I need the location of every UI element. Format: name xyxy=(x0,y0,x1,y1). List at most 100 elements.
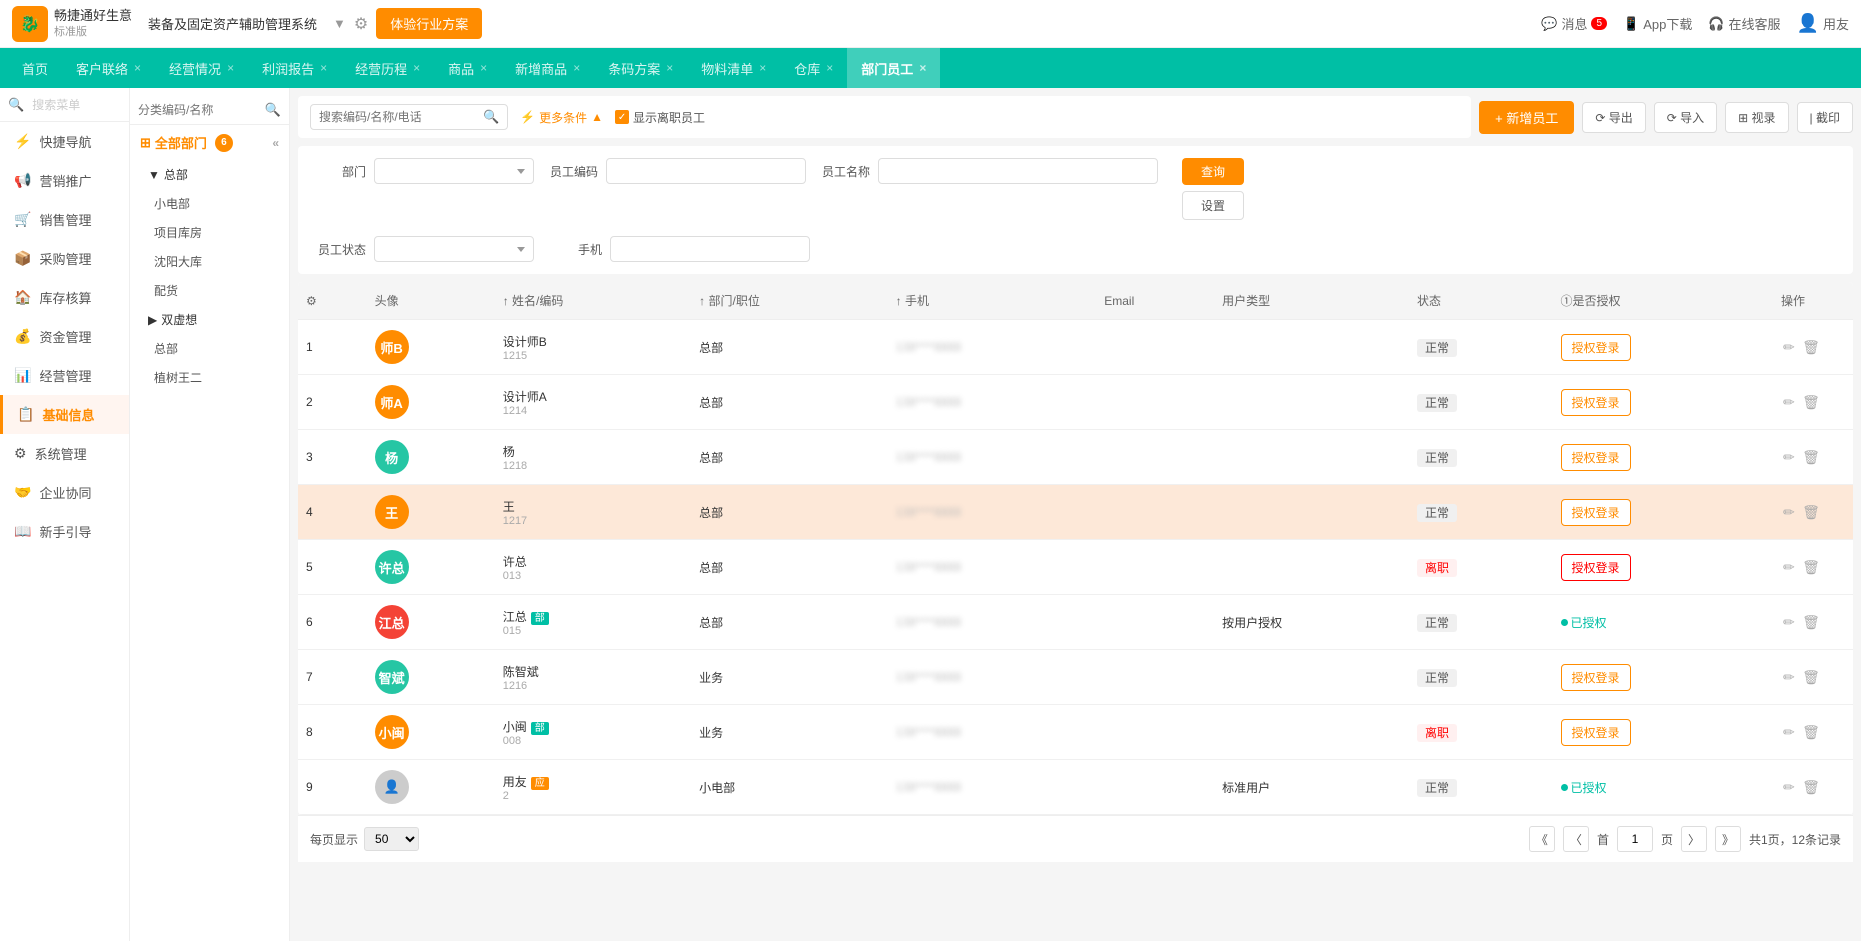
delete-button[interactable]: 🗑 xyxy=(1802,669,1820,685)
tab-history[interactable]: 经营历程 × xyxy=(341,48,434,88)
sidebar-item-marketing[interactable]: 📢营销推广 xyxy=(0,161,129,200)
delete-button[interactable]: 🗑 xyxy=(1802,339,1820,355)
edit-button[interactable]: ✏ xyxy=(1783,779,1795,795)
page-number-input[interactable] xyxy=(1617,826,1653,852)
import-button[interactable]: ⟳ 导入 xyxy=(1654,102,1717,133)
show-resigned-toggle[interactable]: ✓ 显示离职员工 xyxy=(615,109,705,126)
delete-button[interactable]: 🗑 xyxy=(1802,394,1820,410)
add-employee-button[interactable]: + 新增员工 xyxy=(1479,101,1574,134)
tab-profit[interactable]: 利润报告 × xyxy=(248,48,341,88)
edit-button[interactable]: ✏ xyxy=(1783,394,1795,410)
message-action[interactable]: 💬 消息 5 xyxy=(1541,14,1607,33)
sidebar-item-sales[interactable]: 🛒销售管理 xyxy=(0,200,129,239)
sidebar-item-basic[interactable]: 📋基础信息 xyxy=(0,395,129,434)
app-download-action[interactable]: 📱 App下载 xyxy=(1623,14,1692,33)
empname-filter-input[interactable] xyxy=(878,158,1158,184)
dept-search-input[interactable] xyxy=(138,103,265,117)
all-dept-header[interactable]: ⊞ 全部部门 6 « xyxy=(130,125,289,160)
dept-filter-select[interactable] xyxy=(374,158,534,184)
edit-button[interactable]: ✏ xyxy=(1783,339,1795,355)
edit-button[interactable]: ✏ xyxy=(1783,449,1795,465)
dept-double-header[interactable]: ▶ 双虚想 xyxy=(138,305,289,334)
sidebar-item-collab[interactable]: 🤝企业协同 xyxy=(0,473,129,512)
dropdown-arrow-icon[interactable]: ▼ xyxy=(333,16,346,31)
delete-button[interactable]: 🗑 xyxy=(1802,779,1820,795)
sidebar-item-purchase[interactable]: 📦采购管理 xyxy=(0,239,129,278)
auth-button[interactable]: 授权登录 xyxy=(1561,719,1631,746)
close-icon[interactable]: × xyxy=(480,61,487,75)
search-input[interactable] xyxy=(319,110,479,124)
close-icon[interactable]: × xyxy=(919,61,926,75)
sidebar-item-system[interactable]: ⚙系统管理 xyxy=(0,434,129,473)
tab-operation[interactable]: 经营情况 × xyxy=(155,48,248,88)
dept-item-tree-king[interactable]: 植树王二 xyxy=(138,363,289,392)
close-icon[interactable]: × xyxy=(759,61,766,75)
sidebar-item-management[interactable]: 📊经营管理 xyxy=(0,356,129,395)
th-settings[interactable]: ⚙ xyxy=(298,282,367,320)
dept-item-project[interactable]: 项目库房 xyxy=(138,218,289,247)
auth-button[interactable]: 授权登录 xyxy=(1561,554,1631,581)
search-icon[interactable]: 🔍 xyxy=(483,109,499,125)
tab-dept-staff[interactable]: 部门员工 × xyxy=(847,48,940,88)
phone-filter-input[interactable] xyxy=(610,236,810,262)
sidebar-search[interactable]: 🔍 搜索菜单 xyxy=(0,88,129,122)
tab-customer[interactable]: 客户联络 × xyxy=(62,48,155,88)
dept-search-icon[interactable]: 🔍 xyxy=(265,102,281,118)
first-page-button[interactable]: 《 xyxy=(1529,826,1555,852)
online-service-action[interactable]: 🎧 在线客服 xyxy=(1708,14,1780,33)
auth-button[interactable]: 授权登录 xyxy=(1561,499,1631,526)
dept-item-general[interactable]: 总部 xyxy=(138,334,289,363)
dept-item-peihuo[interactable]: 配货 xyxy=(138,276,289,305)
tab-home[interactable]: 首页 xyxy=(8,48,62,88)
delete-button[interactable]: 🗑 xyxy=(1802,724,1820,740)
dept-general-header[interactable]: ▼ 总部 xyxy=(138,160,289,189)
last-page-button[interactable]: 》 xyxy=(1715,826,1741,852)
auth-button[interactable]: 授权登录 xyxy=(1561,389,1631,416)
th-name-code[interactable]: ↑ 姓名/编码 xyxy=(495,282,691,320)
tab-bom[interactable]: 物料清单 × xyxy=(687,48,780,88)
close-icon[interactable]: × xyxy=(826,61,833,75)
dept-collapse-btn[interactable]: 6 xyxy=(215,134,233,152)
trial-button[interactable]: 体验行业方案 xyxy=(376,8,482,39)
next-page-button[interactable]: 〉 xyxy=(1681,826,1707,852)
settings-icon[interactable]: ⚙ xyxy=(354,14,368,34)
delete-button[interactable]: 🗑 xyxy=(1802,559,1820,575)
edit-button[interactable]: ✏ xyxy=(1783,724,1795,740)
status-filter-select[interactable] xyxy=(374,236,534,262)
empcode-filter-input[interactable] xyxy=(606,158,806,184)
sidebar-item-inventory[interactable]: 🏠库存核算 xyxy=(0,278,129,317)
user-action[interactable]: 👤 用友 xyxy=(1797,13,1849,34)
tab-add-goods[interactable]: 新增商品 × xyxy=(501,48,594,88)
delete-button[interactable]: 🗑 xyxy=(1802,504,1820,520)
auth-button[interactable]: 授权登录 xyxy=(1561,334,1631,361)
delete-button[interactable]: 🗑 xyxy=(1802,614,1820,630)
edit-button[interactable]: ✏ xyxy=(1783,559,1795,575)
edit-button[interactable]: ✏ xyxy=(1783,614,1795,630)
more-button[interactable]: | 截印 xyxy=(1797,102,1853,133)
prev-page-button[interactable]: 〈 xyxy=(1563,826,1589,852)
table-settings-icon[interactable]: ⚙ xyxy=(306,294,317,308)
th-dept-pos[interactable]: ↑ 部门/职位 xyxy=(691,282,887,320)
tab-goods[interactable]: 商品 × xyxy=(434,48,501,88)
delete-button[interactable]: 🗑 xyxy=(1802,449,1820,465)
close-icon[interactable]: × xyxy=(227,61,234,75)
more-filters-btn[interactable]: ⚡ 更多条件 ▲ xyxy=(520,109,603,126)
sidebar-item-guide[interactable]: 📖新手引导 xyxy=(0,512,129,551)
tab-barcode[interactable]: 条码方案 × xyxy=(594,48,687,88)
edit-button[interactable]: ✏ xyxy=(1783,504,1795,520)
view-button[interactable]: ⊞ 视录 xyxy=(1725,102,1788,133)
collapse-left-icon[interactable]: « xyxy=(272,136,279,150)
tab-warehouse[interactable]: 仓库 × xyxy=(780,48,847,88)
dept-item-shenyang[interactable]: 沈阳大库 xyxy=(138,247,289,276)
close-icon[interactable]: × xyxy=(666,61,673,75)
export-button[interactable]: ⟳ 导出 xyxy=(1582,102,1645,133)
close-icon[interactable]: × xyxy=(320,61,327,75)
auth-button[interactable]: 授权登录 xyxy=(1561,664,1631,691)
close-icon[interactable]: × xyxy=(573,61,580,75)
sidebar-item-quicknav[interactable]: ⚡快捷导航 xyxy=(0,122,129,161)
close-icon[interactable]: × xyxy=(134,61,141,75)
edit-button[interactable]: ✏ xyxy=(1783,669,1795,685)
set-button[interactable]: 设置 xyxy=(1182,191,1244,220)
sidebar-item-finance[interactable]: 💰资金管理 xyxy=(0,317,129,356)
th-phone[interactable]: ↑ 手机 xyxy=(888,282,1097,320)
